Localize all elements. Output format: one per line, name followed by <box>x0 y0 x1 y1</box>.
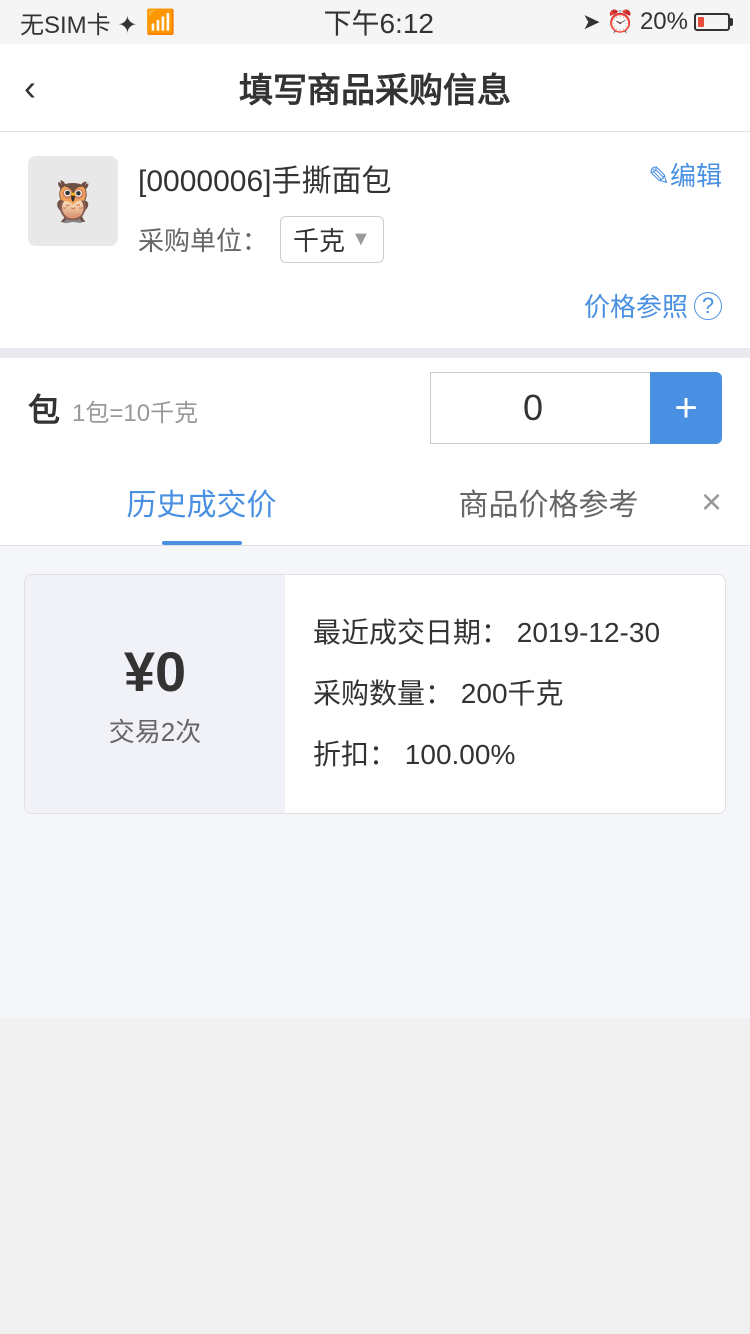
recent-date-value: 2019-12-30 <box>517 617 660 648</box>
page-title: 填写商品采购信息 <box>239 63 511 112</box>
location-icon: ➤ <box>582 9 600 35</box>
quantity-plus-button[interactable]: + <box>650 372 722 444</box>
qty-value: 200千克 <box>461 678 564 709</box>
quantity-row: 包 1包=10千克 + <box>0 358 750 458</box>
tab-close-button[interactable]: × <box>701 481 722 523</box>
product-image-icon: 🦉 <box>48 178 98 225</box>
card-right: 最近成交日期： 2019-12-30 采购数量： 200千克 折扣： 100.0… <box>285 575 725 813</box>
discount-label: 折扣： <box>313 739 397 770</box>
discount-row: 折扣： 100.00% <box>313 733 697 778</box>
price-ref-label: 价格参照 <box>584 287 688 324</box>
price-symbol: ¥ <box>124 640 155 703</box>
help-icon: ? <box>694 292 722 320</box>
quantity-unit-name: 包 <box>28 385 60 431</box>
product-section: 🦉 [0000006]手撕面包 采购单位： 千克 ▼ ✎编辑 价格参照 ? <box>0 132 750 348</box>
product-unit-row: 采购单位： 千克 ▼ <box>138 216 648 263</box>
chevron-down-icon: ▼ <box>351 228 371 251</box>
tab-bar: 历史成交价 商品价格参考 × <box>0 458 750 546</box>
carrier-text: 无SIM卡 ✦ <box>20 5 137 40</box>
section-separator <box>0 348 750 358</box>
nav-bar: ‹ 填写商品采购信息 <box>0 44 750 132</box>
product-name: [0000006]手撕面包 <box>138 156 648 200</box>
quantity-row-detail: 采购数量： 200千克 <box>313 672 697 717</box>
tab-product-price-label: 商品价格参考 <box>459 480 639 524</box>
quantity-input[interactable] <box>430 372 650 444</box>
product-left: 🦉 [0000006]手撕面包 采购单位： 千克 ▼ <box>28 156 648 263</box>
tab-history-label: 历史成交价 <box>127 480 277 524</box>
tab-product-price-ref[interactable]: 商品价格参考 <box>375 458 722 545</box>
trade-count: 交易2次 <box>109 712 201 749</box>
price-value: 0 <box>155 640 186 703</box>
product-thumbnail: 🦉 <box>28 156 118 246</box>
edit-button[interactable]: ✎编辑 <box>648 156 722 193</box>
status-right: ➤ ⏰ 20% <box>582 8 730 36</box>
wifi-icon: 📶 <box>145 8 175 37</box>
battery-icon <box>694 13 730 31</box>
tab-history-price[interactable]: 历史成交价 <box>28 458 375 545</box>
price-ref-row: 价格参照 ? <box>28 271 722 324</box>
unit-label: 采购单位： <box>138 221 268 258</box>
status-left: 无SIM卡 ✦ 📶 <box>20 5 175 40</box>
product-header: 🦉 [0000006]手撕面包 采购单位： 千克 ▼ ✎编辑 <box>28 156 722 263</box>
price-card: ¥0 交易2次 最近成交日期： 2019-12-30 采购数量： 200千克 折… <box>24 574 726 814</box>
qty-label: 采购数量： <box>313 678 453 709</box>
quantity-left: 包 1包=10千克 <box>28 385 198 431</box>
unit-value: 千克 <box>293 221 345 258</box>
recent-date-label: 最近成交日期： <box>313 617 509 648</box>
card-container: ¥0 交易2次 最近成交日期： 2019-12-30 采购数量： 200千克 折… <box>0 546 750 842</box>
product-info: [0000006]手撕面包 采购单位： 千克 ▼ <box>138 156 648 263</box>
status-bar: 无SIM卡 ✦ 📶 下午6:12 ➤ ⏰ 20% <box>0 0 750 44</box>
price-ref-button[interactable]: 价格参照 ? <box>584 287 722 324</box>
discount-value: 100.00% <box>405 739 516 770</box>
tab-active-indicator <box>162 541 242 545</box>
panel-background: 历史成交价 商品价格参考 × ¥0 交易2次 最近成交日期： 2019-12-3… <box>0 458 750 1018</box>
back-button[interactable]: ‹ <box>24 67 36 109</box>
battery-percent: 20% <box>640 8 688 36</box>
alarm-icon: ⏰ <box>607 9 634 35</box>
quantity-unit-desc: 1包=10千克 <box>72 393 198 428</box>
quantity-input-area: + <box>430 372 722 444</box>
unit-select[interactable]: 千克 ▼ <box>280 216 384 263</box>
price-amount: ¥0 <box>124 639 186 704</box>
card-left: ¥0 交易2次 <box>25 575 285 813</box>
status-time: 下午6:12 <box>323 2 434 42</box>
recent-date-row: 最近成交日期： 2019-12-30 <box>313 611 697 656</box>
